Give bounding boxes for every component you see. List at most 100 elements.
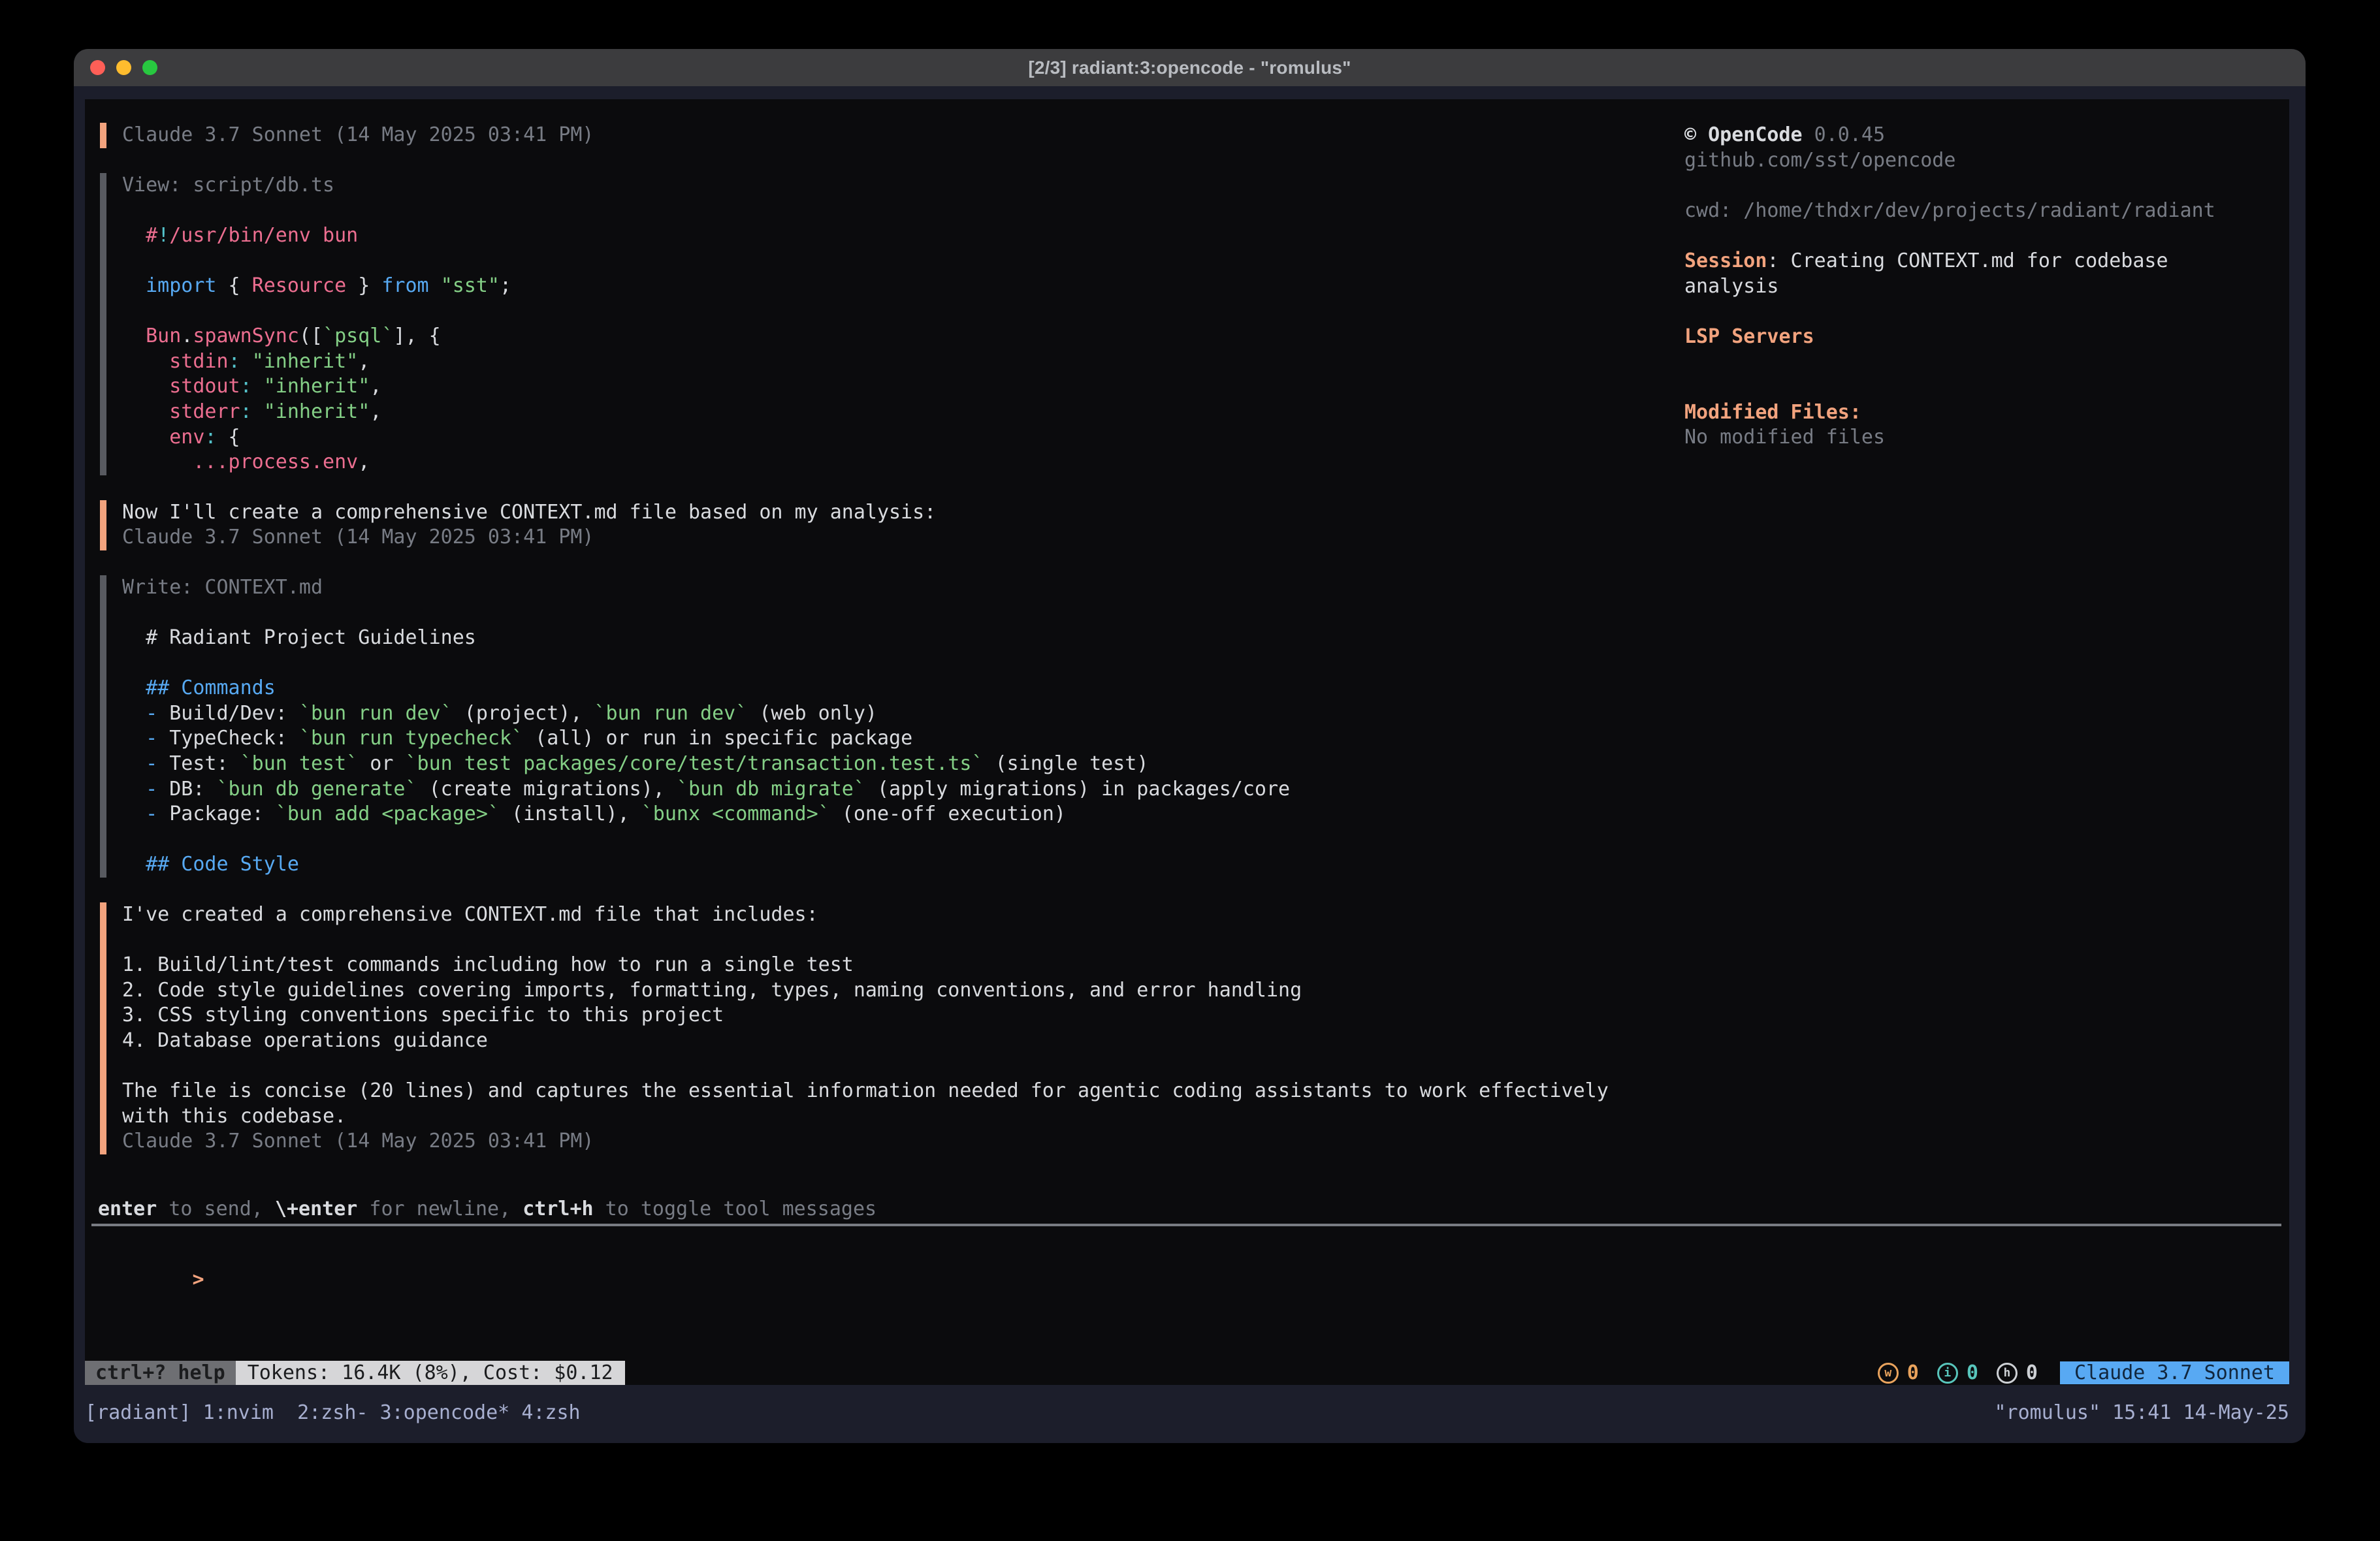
text-segment: ## Commands xyxy=(146,676,276,699)
text-segment: Build/Dev: xyxy=(157,702,299,725)
text-segment: (create migrations), xyxy=(417,778,677,801)
text-segment: Write: CONTEXT.md xyxy=(122,576,323,599)
block-accent-bar xyxy=(100,575,106,878)
text-segment: ; xyxy=(500,274,511,297)
warnings-icon: w xyxy=(1878,1363,1899,1384)
text-segment: stdin xyxy=(169,350,228,373)
text-segment: - xyxy=(146,752,157,775)
diagnostics: w0i0h0 xyxy=(1878,1361,2038,1384)
text-line: Write: CONTEXT.md xyxy=(122,575,1290,601)
terminal-content: Claude 3.7 Sonnet (14 May 2025 03:41 PM)… xyxy=(74,86,2306,1443)
tmux-window-1-nvim[interactable]: 1:nvim xyxy=(203,1401,285,1424)
text-segment xyxy=(122,350,169,373)
window-titlebar[interactable]: [2/3] radiant:3:opencode - "romulus" xyxy=(74,49,2306,86)
text-segment xyxy=(252,375,264,398)
tool-view-block: View: script/db.ts #!/usr/bin/env bun im… xyxy=(100,173,1628,475)
text-segment: "sst" xyxy=(441,274,500,297)
desktop-background: { "window_title": "[2/3] radiant:3:openc… xyxy=(0,0,2380,1541)
status-left: ctrl+? help Tokens: 16.4K (8%), Cost: $0… xyxy=(85,1361,625,1385)
text-line: stderr: "inherit", xyxy=(122,400,511,425)
text-line xyxy=(1684,223,2279,249)
tmux-window-3-opencode[interactable]: 3:opencode* xyxy=(380,1401,510,1424)
block-accent-bar xyxy=(100,123,106,148)
text-line: ## Commands xyxy=(122,676,1290,701)
text-segment: TypeCheck: xyxy=(157,727,299,750)
text-segment: stdout xyxy=(169,375,240,398)
text-segment: { xyxy=(217,274,252,297)
text-segment xyxy=(122,224,146,247)
assistant-message-block: Now I'll create a comprehensive CONTEXT.… xyxy=(100,500,1628,550)
help-shortcut-badge: ctrl+? help xyxy=(85,1361,236,1385)
text-segment: ([ xyxy=(299,325,323,347)
hints-count: 0 xyxy=(2026,1361,2038,1384)
text-segment: 0.0.45 xyxy=(1803,123,1885,146)
opencode-tui: Claude 3.7 Sonnet (14 May 2025 03:41 PM)… xyxy=(85,99,2289,1385)
text-segment: "inherit" xyxy=(264,400,370,423)
text-segment: to toggle tool messages xyxy=(594,1198,876,1220)
text-segment: (install), xyxy=(500,802,641,825)
warnings-diagnostic: w0 xyxy=(1878,1361,1919,1384)
text-line: cwd: /home/thdxr/dev/projects/radiant/ra… xyxy=(1684,199,2279,224)
text-segment: . xyxy=(181,325,193,347)
tool-write-block: Write: CONTEXT.md # Radiant Project Guid… xyxy=(100,575,1628,878)
text-segment: `bun add <package>` xyxy=(276,802,500,825)
text-segment xyxy=(122,778,146,801)
text-segment xyxy=(240,350,252,373)
text-segment: `bun test` xyxy=(240,752,359,775)
text-segment: Claude 3.7 Sonnet (14 May 2025 03:41 PM) xyxy=(122,123,594,146)
text-segment: for newline, xyxy=(357,1198,523,1220)
text-line xyxy=(122,928,1609,953)
text-line: #!/usr/bin/env bun xyxy=(122,223,511,249)
text-line: Claude 3.7 Sonnet (14 May 2025 03:41 PM) xyxy=(122,1129,1609,1154)
text-line xyxy=(122,601,1290,626)
text-line: - Package: `bun add <package>` (install)… xyxy=(122,802,1290,827)
text-segment: to send, xyxy=(157,1198,275,1220)
text-line: No modified files xyxy=(1684,425,2279,451)
text-segment: DB: xyxy=(157,778,216,801)
block-body: Claude 3.7 Sonnet (14 May 2025 03:41 PM) xyxy=(122,123,594,148)
text-line: import { Resource } from "sst"; xyxy=(122,274,511,299)
text-segment: import xyxy=(146,274,216,297)
text-line: - Build/Dev: `bun run dev` (project), `b… xyxy=(122,701,1290,727)
text-segment: - xyxy=(146,702,157,725)
text-line xyxy=(122,299,511,325)
text-segment: "inherit" xyxy=(252,350,359,373)
text-line: 3. CSS styling conventions specific to t… xyxy=(122,1003,1609,1028)
status-right: w0i0h0 Claude 3.7 Sonnet xyxy=(1878,1361,2289,1385)
text-segment: Resource xyxy=(252,274,347,297)
text-segment xyxy=(122,853,146,876)
text-segment: \+enter xyxy=(275,1198,357,1220)
tmux-window-4-zsh[interactable]: 4:zsh xyxy=(521,1401,580,1424)
text-segment xyxy=(122,802,146,825)
text-segment: `bun test packages/core/test/transaction… xyxy=(406,752,984,775)
text-line: © OpenCode 0.0.45 xyxy=(1684,123,2279,148)
message-input[interactable]: > xyxy=(98,1242,204,1267)
text-segment: (apply migrations) in packages/core xyxy=(865,778,1290,801)
text-segment: : Creating CONTEXT.md for codebase xyxy=(1767,249,2168,272)
text-segment: Claude 3.7 Sonnet (14 May 2025 03:41 PM) xyxy=(122,526,594,548)
text-line xyxy=(122,198,511,223)
tmux-window-2-zsh[interactable]: 2:zsh- xyxy=(297,1401,368,1424)
text-segment: The file is concise (20 lines) and captu… xyxy=(122,1079,1609,1102)
text-segment: github.com/sst/opencode xyxy=(1684,149,1955,172)
text-line xyxy=(122,1054,1609,1079)
text-segment: `bun run dev` xyxy=(299,702,453,725)
text-line: stdin: "inherit", xyxy=(122,349,511,375)
text-line: env: { xyxy=(122,425,511,451)
text-line: Bun.spawnSync([`psql`], { xyxy=(122,324,511,349)
text-line: 4. Database operations guidance xyxy=(122,1028,1609,1054)
text-segment: No modified files xyxy=(1684,426,1885,449)
text-segment: (web only) xyxy=(747,702,877,725)
text-segment xyxy=(122,274,146,297)
text-line xyxy=(122,827,1290,853)
text-segment: Now I'll create a comprehensive CONTEXT.… xyxy=(122,501,936,524)
text-segment: Claude 3.7 Sonnet (14 May 2025 03:41 PM) xyxy=(122,1130,594,1152)
model-badge[interactable]: Claude 3.7 Sonnet xyxy=(2060,1361,2289,1384)
text-segment: env xyxy=(169,426,204,449)
text-segment: (single test) xyxy=(984,752,1149,775)
block-accent-bar xyxy=(100,173,106,475)
text-line: # Radiant Project Guidelines xyxy=(122,626,1290,651)
text-line: Now I'll create a comprehensive CONTEXT.… xyxy=(122,500,936,526)
text-segment: from xyxy=(381,274,428,297)
text-segment: 3. CSS styling conventions specific to t… xyxy=(122,1004,724,1026)
